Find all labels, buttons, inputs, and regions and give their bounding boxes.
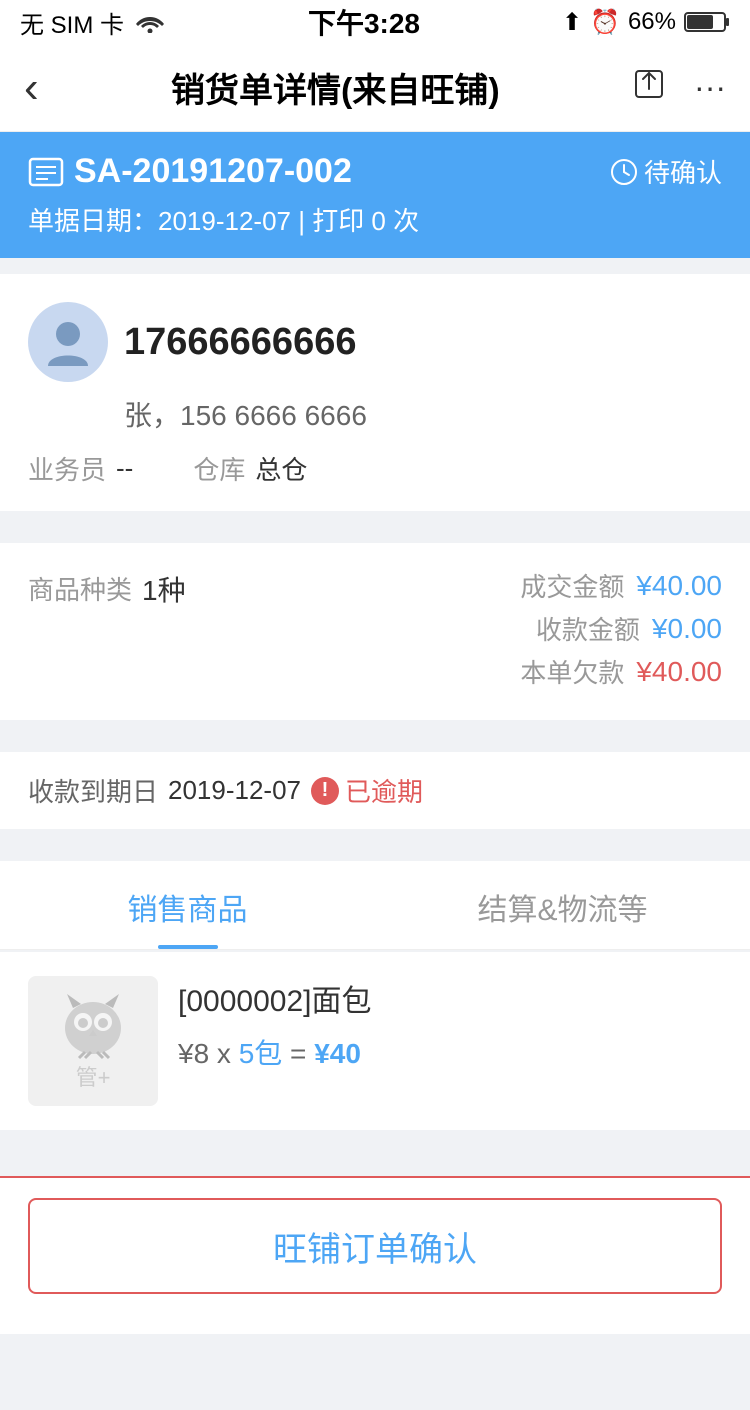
overdue-badge: ! 已逾期 (311, 772, 423, 809)
tabs: 销售商品 结算&物流等 (0, 861, 750, 950)
customer-meta: 业务员 -- 仓库 总仓 (28, 450, 722, 487)
customer-name: 张，156 6666 6666 (28, 394, 722, 434)
carrier-text: 无 SIM 卡 (20, 5, 124, 40)
plus-text: 管+ (76, 1060, 111, 1092)
nav-bar: ‹ 销货单详情(来自旺铺) ··· (0, 44, 750, 132)
product-info: [0000002]面包 ¥8 x 5包 = ¥40 (178, 976, 722, 1072)
order-meta: 单据日期：2019-12-07 | 打印 0 次 (28, 201, 722, 238)
product-type-label: 商品种类 (28, 570, 132, 607)
due-date-label: 收款到期日 (28, 772, 158, 809)
received-row: 收款金额 ¥0.00 (520, 610, 722, 647)
product-section: 管+ [0000002]面包 ¥8 x 5包 = ¥40 (0, 952, 750, 1130)
product-quantity: 5包 (239, 1038, 283, 1069)
separator-1 (0, 258, 750, 274)
salesperson-item: 业务员 -- (28, 450, 133, 487)
wifi-icon (134, 11, 166, 33)
amount-row: 成交金额 ¥40.00 (520, 567, 722, 604)
overdue-dot-icon: ! (311, 777, 339, 805)
due-date-value: 2019-12-07 (168, 775, 301, 806)
product-price: ¥8 x 5包 = ¥40 (178, 1032, 722, 1072)
battery-text: 66% (628, 8, 676, 36)
alarm-icon: ⏰ (590, 8, 620, 37)
customer-card: 17666666666 张，156 6666 6666 业务员 -- 仓库 总仓 (0, 274, 750, 511)
back-button[interactable]: ‹ (24, 63, 39, 113)
separator-3 (0, 736, 750, 752)
summary-card: 商品种类 1种 成交金额 ¥40.00 收款金额 ¥0.00 本单欠款 ¥40.… (0, 543, 750, 720)
status-time: 下午3:28 (308, 2, 420, 42)
product-item: 管+ [0000002]面包 ¥8 x 5包 = ¥40 (28, 976, 722, 1106)
tab-settlement[interactable]: 结算&物流等 (375, 861, 750, 949)
confirm-order-button[interactable]: 旺铺订单确认 (28, 1198, 722, 1294)
bottom-bar: 旺铺订单确认 (0, 1176, 750, 1334)
share-button[interactable] (632, 67, 666, 109)
product-total: ¥40 (314, 1038, 361, 1069)
separator-2 (0, 527, 750, 543)
avatar (28, 302, 108, 382)
order-status: 待确认 (610, 153, 722, 190)
tab-sales-products[interactable]: 销售商品 (0, 861, 375, 949)
customer-top: 17666666666 (28, 302, 722, 382)
warehouse-item: 仓库 总仓 (193, 450, 307, 487)
brand-logo (53, 990, 133, 1060)
location-icon: ⬆ (562, 8, 582, 37)
product-type-value: 1种 (142, 569, 186, 609)
received-value: ¥0.00 (652, 613, 722, 645)
summary-right: 成交金额 ¥40.00 收款金额 ¥0.00 本单欠款 ¥40.00 (520, 567, 722, 696)
product-name: [0000002]面包 (178, 976, 722, 1020)
owed-value: ¥40.00 (636, 656, 722, 688)
order-header-top: SA-20191207-002 待确认 (28, 152, 722, 191)
status-right: ⬆ ⏰ 66% (562, 8, 730, 37)
summary-row: 商品种类 1种 成交金额 ¥40.00 收款金额 ¥0.00 本单欠款 ¥40.… (28, 567, 722, 696)
order-header: SA-20191207-002 待确认 单据日期：2019-12-07 | 打印… (0, 132, 750, 258)
overdue-text: 已逾期 (345, 772, 423, 809)
clock-icon (610, 158, 638, 186)
order-id: SA-20191207-002 (28, 152, 352, 191)
battery-icon (684, 10, 730, 34)
summary-left: 商品种类 1种 (28, 567, 186, 609)
more-button[interactable]: ··· (694, 69, 726, 106)
due-date-card: 收款到期日 2019-12-07 ! 已逾期 (0, 752, 750, 829)
amount-value: ¥40.00 (636, 570, 722, 602)
thumb-inner: 管+ (53, 990, 133, 1092)
page-title: 销货单详情(来自旺铺) (171, 63, 500, 112)
owed-row: 本单欠款 ¥40.00 (520, 653, 722, 690)
product-thumbnail: 管+ (28, 976, 158, 1106)
person-icon (44, 316, 92, 368)
status-carrier: 无 SIM 卡 (20, 5, 166, 40)
nav-actions: ··· (632, 67, 726, 109)
order-icon (28, 157, 64, 187)
customer-phone: 17666666666 (124, 321, 356, 364)
separator-4 (0, 845, 750, 861)
status-bar: 无 SIM 卡 下午3:28 ⬆ ⏰ 66% (0, 0, 750, 44)
